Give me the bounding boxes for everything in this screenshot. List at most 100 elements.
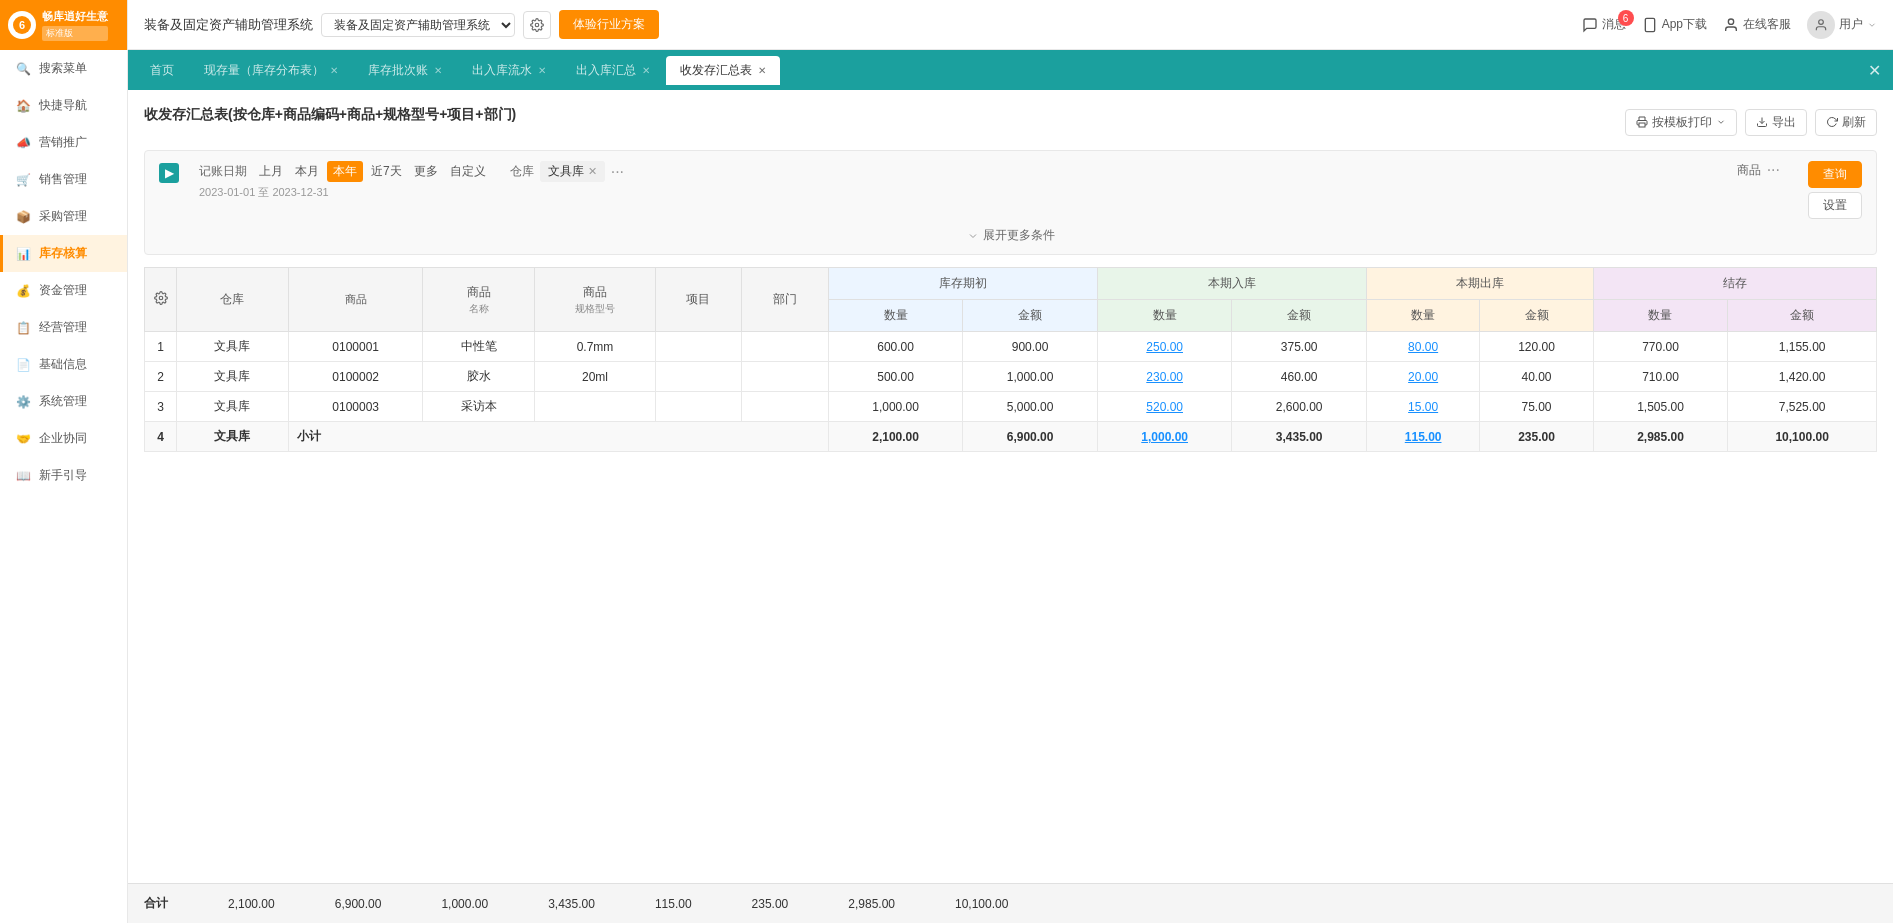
date-btn-last-month[interactable]: 上月 [255, 161, 287, 182]
home-icon: 🏠 [15, 98, 31, 114]
subtotal-out-qty[interactable]: 115.00 [1366, 422, 1479, 452]
online-service-button[interactable]: 在线客服 [1723, 16, 1791, 33]
sidebar-item-enterprise[interactable]: 🤝 企业协同 [0, 420, 127, 457]
tab-inventory-dist-close[interactable]: ✕ [330, 65, 338, 76]
tab-summary[interactable]: 出入库汇总 ✕ [562, 56, 664, 85]
sidebar-item-label: 销售管理 [39, 171, 87, 188]
sidebar-item-inventory[interactable]: 📊 库存核算 [0, 235, 127, 272]
message-button[interactable]: 消息 6 [1582, 16, 1626, 33]
tab-home[interactable]: 首页 [136, 56, 188, 85]
goods-more-button[interactable]: ··· [1767, 161, 1780, 179]
online-service-label: 在线客服 [1743, 16, 1791, 33]
warehouse-more-button[interactable]: ··· [611, 163, 624, 181]
tab-batch-close[interactable]: ✕ [434, 65, 442, 76]
col-out-header: 本期出库 [1366, 268, 1593, 300]
date-btn-more[interactable]: 更多 [410, 161, 442, 182]
date-btn-this-year[interactable]: 本年 [327, 161, 363, 182]
row-out-qty[interactable]: 80.00 [1366, 332, 1479, 362]
experience-button[interactable]: 体验行业方案 [559, 10, 659, 39]
svg-point-6 [1819, 19, 1824, 24]
tab-flow-close[interactable]: ✕ [538, 65, 546, 76]
row-balance-amt: 1,420.00 [1728, 362, 1877, 392]
sidebar-item-quick-nav[interactable]: 🏠 快捷导航 [0, 87, 127, 124]
filter-expand-arrow[interactable]: ▶ [159, 163, 179, 183]
export-button[interactable]: 导出 [1745, 109, 1807, 136]
row-out-amt: 40.00 [1480, 362, 1593, 392]
total-label: 合计 [144, 895, 168, 912]
row-opening-qty: 500.00 [828, 362, 963, 392]
row-project [655, 392, 742, 422]
print-label: 按模板打印 [1652, 114, 1712, 131]
user-label: 用户 [1839, 16, 1863, 33]
tab-inventory-dist[interactable]: 现存量（库存分布表） ✕ [190, 56, 352, 85]
data-table: 仓库 商品 商品名称 商品规格型号 项目 部门 库存期初 本期入库 本期出库 结… [144, 267, 1877, 452]
row-out-qty[interactable]: 15.00 [1366, 392, 1479, 422]
sidebar-item-purchase[interactable]: 📦 采购管理 [0, 198, 127, 235]
table-row: 1 文具库 0100001 中性笔 0.7mm 600.00 900.00 25… [145, 332, 1877, 362]
row-out-qty[interactable]: 20.00 [1366, 362, 1479, 392]
row-balance-qty: 770.00 [1593, 332, 1728, 362]
logo-icon: 6 [8, 11, 36, 39]
refresh-button[interactable]: 刷新 [1815, 109, 1877, 136]
guide-icon: 📖 [15, 468, 31, 484]
subtotal-no: 4 [145, 422, 177, 452]
tab-receive-send-close[interactable]: ✕ [758, 65, 766, 76]
tab-batch[interactable]: 库存批次账 ✕ [354, 56, 456, 85]
svg-point-9 [159, 296, 163, 300]
print-button[interactable]: 按模板打印 [1625, 109, 1737, 136]
subtotal-opening-amt: 6,900.00 [963, 422, 1098, 452]
settings-gear-button[interactable] [523, 11, 551, 39]
enterprise-icon: 🤝 [15, 431, 31, 447]
row-spec [535, 392, 655, 422]
row-in-qty[interactable]: 230.00 [1097, 362, 1232, 392]
sidebar-item-marketing[interactable]: 📣 营销推广 [0, 124, 127, 161]
purchase-icon: 📦 [15, 209, 31, 225]
sidebar-item-system[interactable]: ⚙️ 系统管理 [0, 383, 127, 420]
row-in-qty[interactable]: 250.00 [1097, 332, 1232, 362]
row-in-qty[interactable]: 520.00 [1097, 392, 1232, 422]
col-in-qty: 数量 [1097, 300, 1232, 332]
tab-summary-label: 出入库汇总 [576, 62, 636, 79]
warehouse-tag-remove[interactable]: ✕ [588, 165, 597, 178]
tab-summary-close[interactable]: ✕ [642, 65, 650, 76]
row-no: 3 [145, 392, 177, 422]
sidebar-item-label: 快捷导航 [39, 97, 87, 114]
user-button[interactable]: 用户 [1807, 11, 1877, 39]
query-button[interactable]: 查询 [1808, 161, 1862, 188]
row-warehouse: 文具库 [177, 332, 289, 362]
sidebar-item-basic[interactable]: 📄 基础信息 [0, 346, 127, 383]
sidebar-item-operations[interactable]: 📋 经营管理 [0, 309, 127, 346]
row-opening-amt: 5,000.00 [963, 392, 1098, 422]
warehouse-filter-label: 仓库 [510, 163, 534, 180]
app-download-button[interactable]: App下载 [1642, 16, 1707, 33]
svg-text:6: 6 [19, 19, 25, 31]
close-all-tabs-button[interactable]: ✕ [1868, 61, 1881, 80]
tab-flow[interactable]: 出入库流水 ✕ [458, 56, 560, 85]
sidebar-item-guide[interactable]: 📖 新手引导 [0, 457, 127, 494]
total-balance-amt: 10,100.00 [955, 897, 1008, 911]
row-code: 0100003 [288, 392, 423, 422]
subtotal-in-qty[interactable]: 1,000.00 [1097, 422, 1232, 452]
date-btn-this-month[interactable]: 本月 [291, 161, 323, 182]
col-opening-amt: 金额 [963, 300, 1098, 332]
table-settings-button[interactable]: 设置 [1808, 192, 1862, 219]
sales-icon: 🛒 [15, 172, 31, 188]
sidebar-item-label: 系统管理 [39, 393, 87, 410]
expand-more-conditions[interactable]: 展开更多条件 [159, 227, 1862, 244]
sidebar-item-sales[interactable]: 🛒 销售管理 [0, 161, 127, 198]
total-balance-qty: 2,985.00 [848, 897, 895, 911]
export-label: 导出 [1772, 114, 1796, 131]
tab-receive-send[interactable]: 收发存汇总表 ✕ [666, 56, 780, 85]
sidebar-item-finance[interactable]: 💰 资金管理 [0, 272, 127, 309]
bottom-total-bar: 合计 2,100.00 6,900.00 1,000.00 3,435.00 1… [128, 883, 1893, 923]
marketing-icon: 📣 [15, 135, 31, 151]
col-settings[interactable] [145, 268, 177, 332]
system-select[interactable]: 装备及固定资产辅助管理系统 [321, 13, 515, 37]
date-btn-custom[interactable]: 自定义 [446, 161, 490, 182]
sidebar-item-search[interactable]: 🔍 搜索菜单 [0, 50, 127, 87]
row-dept [742, 332, 829, 362]
row-dept [742, 392, 829, 422]
app-logo-text: 畅库逍好生意 [42, 9, 108, 24]
date-btn-7days[interactable]: 近7天 [367, 161, 406, 182]
col-project-header: 项目 [655, 268, 742, 332]
